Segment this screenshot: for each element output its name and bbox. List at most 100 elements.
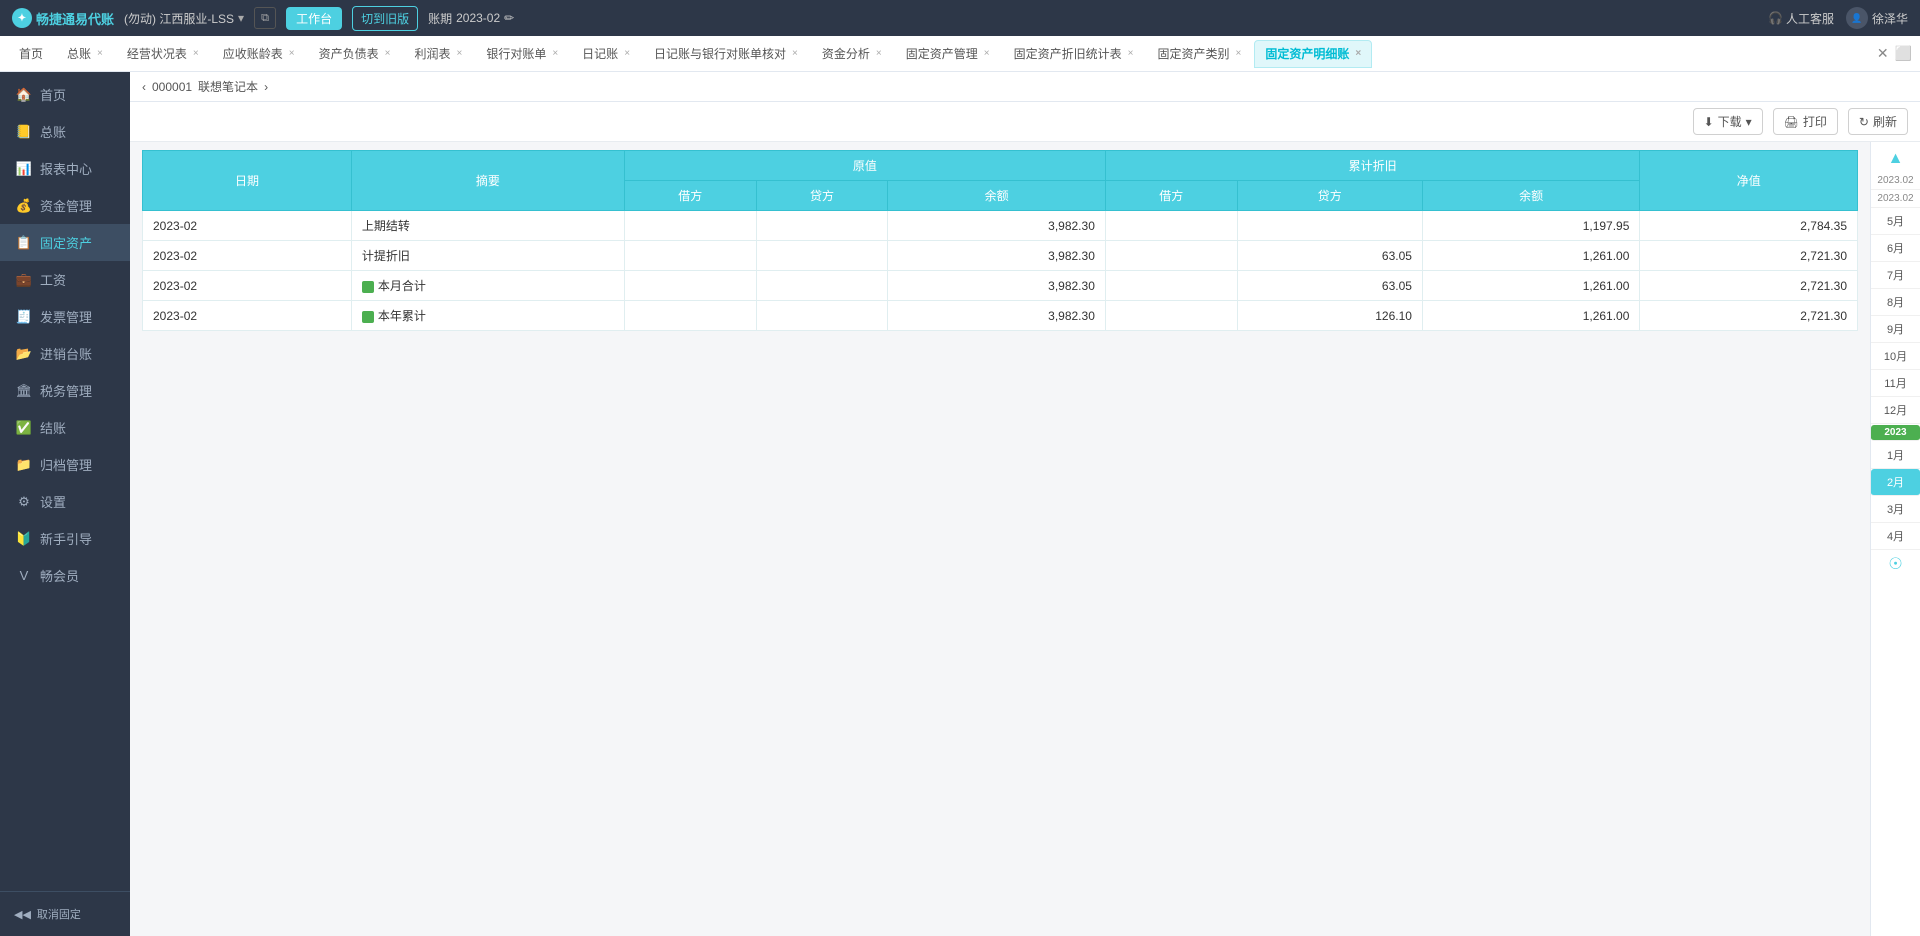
sidebar-settle-label: 结账 (40, 418, 66, 437)
tab-journal-close-icon[interactable]: × (624, 48, 630, 59)
cell-date: 2023-02 (143, 211, 352, 241)
tab-bank-close-icon[interactable]: × (552, 48, 558, 59)
sidebar-item-settlement[interactable]: ✅ 结账 (0, 409, 130, 446)
fixed-assets-icon: 📋 (16, 235, 32, 251)
row-tag (362, 281, 374, 293)
sidebar-item-settings[interactable]: ⚙ 设置 (0, 483, 130, 520)
tab-fam-label: 固定资产管理 (906, 45, 978, 62)
table-row: 2023-02 计提折旧 3,982.30 63.05 1,261.00 2,7… (143, 241, 1858, 271)
cell-dep-debit (1105, 241, 1237, 271)
tab-fixed-asset-ledger[interactable]: 固定资产明细账 × (1254, 40, 1372, 68)
month-item-2-active[interactable]: 2月 (1871, 469, 1920, 496)
th-orig-credit: 贷方 (756, 181, 888, 211)
tab-pl-label: 利润表 (414, 45, 450, 62)
cell-dep-credit: 63.05 (1237, 241, 1422, 271)
sidebar-item-general-ledger[interactable]: 📒 总账 (0, 113, 130, 150)
tab-profit-loss[interactable]: 利润表 × (403, 40, 473, 68)
sidebar-im-label: 发票管理 (40, 307, 92, 326)
tab-mr-close-icon[interactable]: × (193, 48, 199, 59)
period-item-2[interactable]: 2023.02 (1871, 190, 1920, 208)
sidebar-item-payroll[interactable]: 💼 工资 (0, 261, 130, 298)
cell-net-value: 2,721.30 (1640, 241, 1858, 271)
workbench-button[interactable]: 工作台 (286, 7, 342, 30)
tab-bs-close-icon[interactable]: × (385, 48, 391, 59)
cell-dep-debit (1105, 301, 1237, 331)
company-selector[interactable]: (勿动) 江西服业-LSS ▾ (124, 10, 244, 27)
month-nav-down[interactable]: ☉ (1888, 550, 1902, 578)
sidebar-item-tutorial[interactable]: 🔰 新手引导 (0, 520, 130, 557)
sidebar-item-home[interactable]: 🏠 首页 (0, 76, 130, 113)
month-item-6[interactable]: 6月 (1871, 235, 1920, 262)
month-item-11[interactable]: 11月 (1871, 370, 1920, 397)
switch-version-button[interactable]: 切到旧版 (352, 6, 418, 31)
tab-fixed-asset-category[interactable]: 固定资产类别 × (1146, 40, 1252, 68)
tab-management-report[interactable]: 经营状况表 × (116, 40, 210, 68)
tab-bank-statement[interactable]: 银行对账单 × (475, 40, 569, 68)
tab-fads-close-icon[interactable]: × (1128, 48, 1134, 59)
unpin-button[interactable]: ◀◀ 取消固定 (0, 900, 130, 928)
month-item-7[interactable]: 7月 (1871, 262, 1920, 289)
sidebar-item-report-center[interactable]: 📊 报表中心 (0, 150, 130, 187)
period-item-1[interactable]: 2023.02 (1871, 172, 1920, 190)
tab-home[interactable]: 首页 (8, 40, 54, 68)
cell-dep-credit (1237, 211, 1422, 241)
toolbar: ⬇ 下载 ▾ 🖨 打印 ↻ 刷新 (130, 102, 1920, 142)
month-item-5[interactable]: 5月 (1871, 208, 1920, 235)
sidebar-item-invoice-mgmt[interactable]: 🧾 发票管理 (0, 298, 130, 335)
tab-fal-close-icon[interactable]: × (1355, 48, 1361, 59)
close-all-icon[interactable]: ✕ (1877, 45, 1889, 62)
tab-receivable-aging[interactable]: 应收账龄表 × (212, 40, 306, 68)
tab-journal-bank-reconcile[interactable]: 日记账与银行对账单核对 × (643, 40, 809, 68)
month-nav-up[interactable]: ▲ (1888, 146, 1904, 172)
month-item-9[interactable]: 9月 (1871, 316, 1920, 343)
tab-general-ledger[interactable]: 总账 × (56, 40, 114, 68)
user-name: 徐泽华 (1872, 10, 1908, 27)
sidebar-item-archive[interactable]: 📁 归档管理 (0, 446, 130, 483)
copy-button[interactable]: ⧉ (254, 7, 276, 29)
tab-ra-close-icon[interactable]: × (289, 48, 295, 59)
month-item-10[interactable]: 10月 (1871, 343, 1920, 370)
th-original-value: 原值 (624, 151, 1105, 181)
th-dep-debit: 借方 (1105, 181, 1237, 211)
maximize-icon[interactable]: ⬜ (1895, 45, 1912, 62)
sidebar-item-tax-mgmt[interactable]: 🏛 税务管理 (0, 372, 130, 409)
tab-fixed-asset-mgmt[interactable]: 固定资产管理 × (895, 40, 1001, 68)
tab-journal[interactable]: 日记账 × (571, 40, 641, 68)
tab-fund-analysis[interactable]: 资金分析 × (811, 40, 893, 68)
cell-orig-credit (756, 271, 888, 301)
home-icon: 🏠 (16, 87, 32, 103)
cell-orig-debit (624, 241, 756, 271)
year-label-2023[interactable]: 2023 (1871, 425, 1920, 441)
tab-balance-sheet[interactable]: 资产负债表 × (308, 40, 402, 68)
sidebar-item-member[interactable]: V 畅会员 (0, 557, 130, 594)
tab-jbr-close-icon[interactable]: × (792, 48, 798, 59)
sidebar-item-fixed-assets[interactable]: 📋 固定资产 (0, 224, 130, 261)
tab-pl-close-icon[interactable]: × (456, 48, 462, 59)
sidebar-settings-label: 设置 (40, 492, 66, 511)
month-item-12[interactable]: 12月 (1871, 397, 1920, 424)
tab-fac-close-icon[interactable]: × (1235, 48, 1241, 59)
sidebar-item-purchase-sales[interactable]: 📂 进销台账 (0, 335, 130, 372)
month-item-4[interactable]: 4月 (1871, 523, 1920, 550)
month-item-1[interactable]: 1月 (1871, 442, 1920, 469)
tab-fam-close-icon[interactable]: × (984, 48, 990, 59)
download-button[interactable]: ⬇ 下载 ▾ (1693, 108, 1763, 135)
tab-fixed-asset-dep-stats[interactable]: 固定资产折旧统计表 × (1003, 40, 1145, 68)
sidebar-item-fund-mgmt[interactable]: 💰 资金管理 (0, 187, 130, 224)
refresh-button[interactable]: ↻ 刷新 (1848, 108, 1908, 135)
tab-fa-close-icon[interactable]: × (876, 48, 882, 59)
user-info[interactable]: 👤 徐泽华 (1846, 7, 1908, 29)
download-label: 下载 (1718, 113, 1742, 130)
asset-name: 联想笔记本 (198, 78, 258, 95)
print-button[interactable]: 🖨 打印 (1773, 108, 1838, 135)
period-edit-icon[interactable]: ✏ (504, 11, 514, 25)
month-item-8[interactable]: 8月 (1871, 289, 1920, 316)
cell-date: 2023-02 (143, 271, 352, 301)
ai-service-button[interactable]: 🎧 人工客服 (1768, 10, 1834, 27)
tab-gl-close-icon[interactable]: × (97, 48, 103, 59)
month-item-3[interactable]: 3月 (1871, 496, 1920, 523)
breadcrumb-next-icon[interactable]: › (264, 80, 268, 94)
pin-icon: ◀◀ (14, 908, 31, 921)
cell-orig-credit (756, 241, 888, 271)
breadcrumb-prev-icon[interactable]: ‹ (142, 80, 146, 94)
